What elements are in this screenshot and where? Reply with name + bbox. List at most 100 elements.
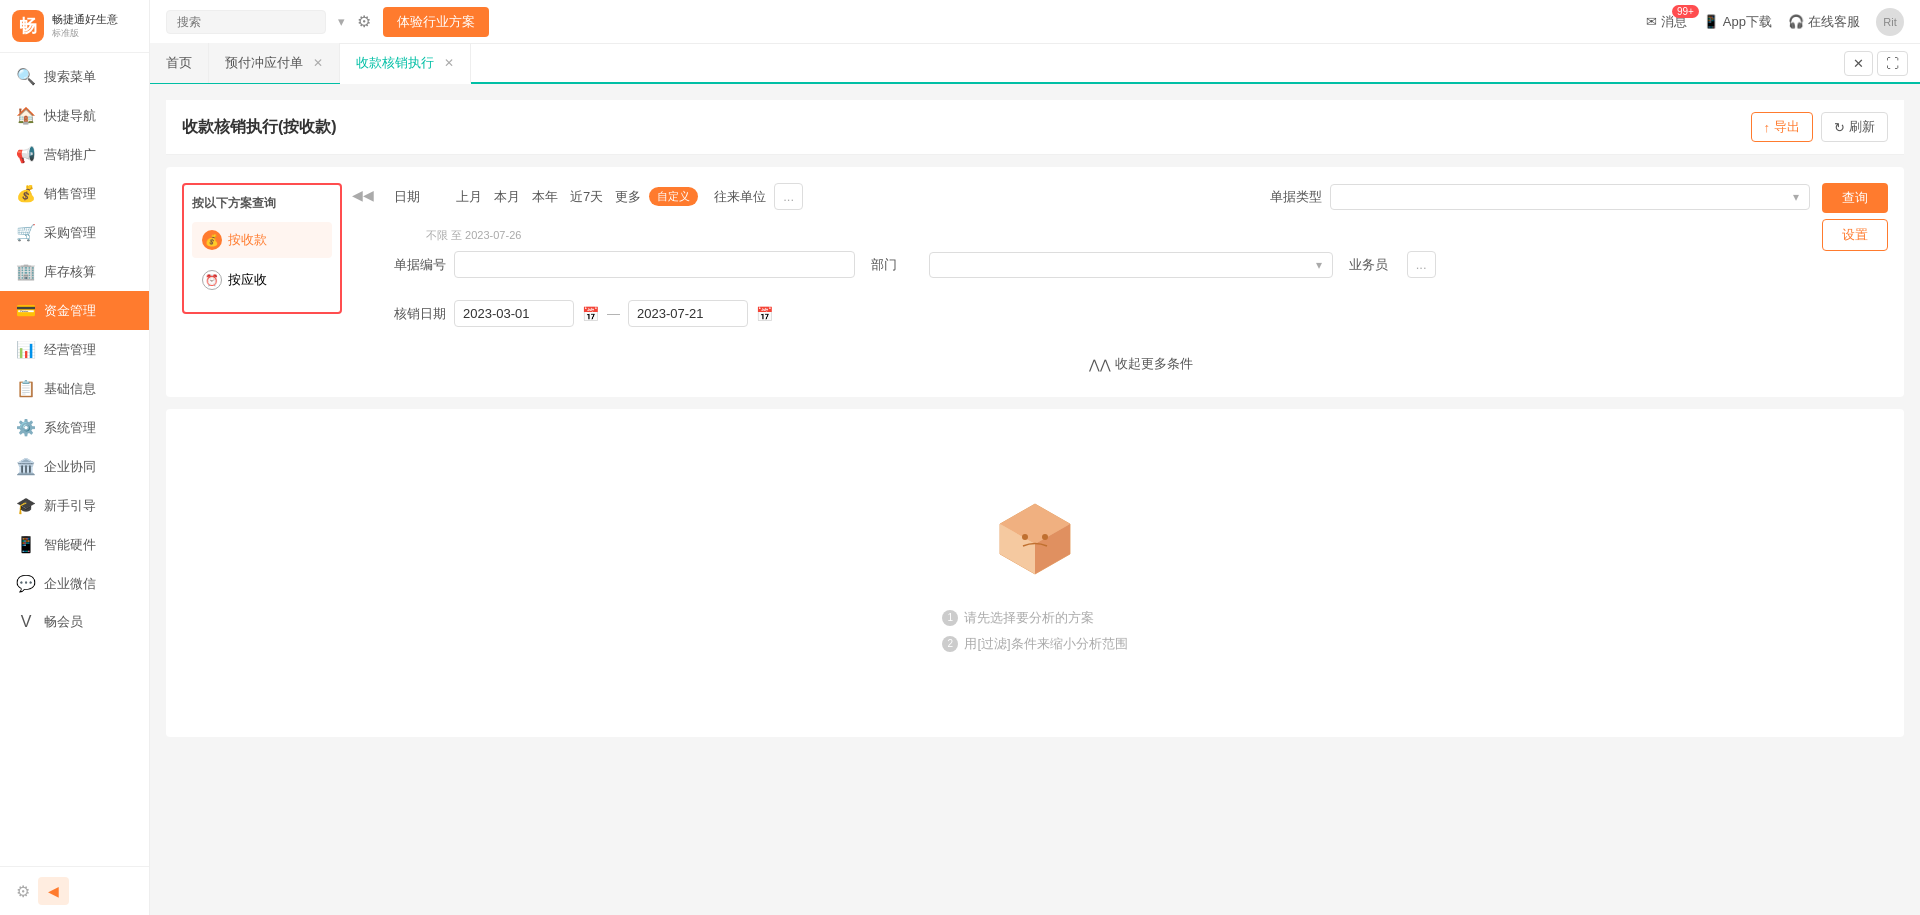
sidebar-bottom: ⚙ ◀ — [0, 866, 149, 915]
topbar-right: ✉ 消息 99+ 📱 App下载 🎧 在线客服 Rit — [1646, 8, 1904, 36]
date-last-7days[interactable]: 近7天 — [566, 186, 607, 208]
dept-label: 部门 — [871, 256, 921, 274]
doc-num-input[interactable] — [454, 251, 855, 278]
dept-select[interactable]: ▾ — [929, 252, 1332, 278]
verify-date-group: 核销日期 📅 — 📅 — [394, 300, 773, 327]
svg-point-5 — [1042, 534, 1048, 540]
date-custom[interactable]: 自定义 — [649, 187, 698, 206]
close-tab-button[interactable]: ✕ — [1844, 51, 1873, 76]
sidebar-item-label: 企业协同 — [44, 458, 96, 476]
topbar-gear-icon[interactable]: ⚙ — [357, 12, 371, 31]
staff-selector[interactable]: ... — [1407, 251, 1436, 278]
refresh-button[interactable]: ↻ 刷新 — [1821, 112, 1888, 142]
export-button[interactable]: ↑ 导出 — [1751, 112, 1814, 142]
doc-num-group: 单据编号 — [394, 251, 855, 278]
page-title: 收款核销执行(按收款) — [182, 117, 337, 138]
quick-nav-icon: 🏠 — [16, 106, 36, 125]
date-this-year[interactable]: 本年 — [528, 186, 562, 208]
app-logo-icon: 畅 — [12, 10, 44, 42]
industry-solution-button[interactable]: 体验行业方案 — [383, 7, 489, 37]
form-actions: 查询 设置 — [1822, 183, 1888, 251]
app-download-button[interactable]: 📱 App下载 — [1703, 13, 1772, 31]
sidebar-item-marketing[interactable]: 📢营销推广 — [0, 135, 149, 174]
tabbar-actions: ✕ ⛶ — [1844, 51, 1920, 76]
sidebar-item-label: 快捷导航 — [44, 107, 96, 125]
sidebar-item-label: 资金管理 — [44, 302, 96, 320]
topbar-left: ▾ ⚙ 体验行业方案 — [166, 7, 489, 37]
tab-label-prepay-offset: 预付冲应付单 — [225, 54, 303, 72]
sidebar-item-label: 系统管理 — [44, 419, 96, 437]
message-badge: 99+ — [1672, 5, 1699, 18]
collapse-more-button[interactable]: ⋀⋀ 收起更多条件 — [394, 355, 1888, 373]
date-this-month[interactable]: 本月 — [490, 186, 524, 208]
sidebar-item-label: 营销推广 — [44, 146, 96, 164]
sidebar-item-smart-hw[interactable]: 📱智能硬件 — [0, 525, 149, 564]
query-button[interactable]: 查询 — [1822, 183, 1888, 213]
date-group: 日期 上月 本月 本年 近7天 更多 自定义 — [394, 186, 698, 208]
tab-receipt-offset[interactable]: 收款核销执行✕ — [340, 44, 471, 84]
sidebar-item-inventory[interactable]: 🏢库存核算 — [0, 252, 149, 291]
counterpart-label: 往来单位 — [714, 188, 766, 206]
chevron-down-icon: ▾ — [1793, 190, 1799, 204]
online-service-button[interactable]: 🎧 在线客服 — [1788, 13, 1860, 31]
search-input[interactable] — [166, 10, 326, 34]
sidebar-item-wechat[interactable]: 💬企业微信 — [0, 564, 149, 603]
calendar-end-icon[interactable]: 📅 — [756, 306, 773, 322]
empty-tips: 1 请先选择要分析的方案 2 用[过滤]条件来缩小分析范围 — [942, 605, 1127, 657]
expand-tab-button[interactable]: ⛶ — [1877, 51, 1908, 76]
topbar-dropdown-arrow[interactable]: ▾ — [338, 14, 345, 29]
empty-illustration — [985, 489, 1085, 589]
counterpart-selector[interactable]: ... — [774, 183, 803, 210]
basic-info-icon: 📋 — [16, 379, 36, 398]
filter-by-receipt[interactable]: 💰 按收款 — [192, 222, 332, 258]
staff-label: 业务员 — [1349, 256, 1399, 274]
message-button[interactable]: ✉ 消息 99+ — [1646, 13, 1687, 31]
collapse-left-icon[interactable]: ◀◀ — [348, 183, 378, 207]
sidebar-item-label: 新手引导 — [44, 497, 96, 515]
setting-button[interactable]: 设置 — [1822, 219, 1888, 251]
tab-prepay-offset[interactable]: 预付冲应付单 ✕ — [209, 43, 340, 83]
sidebar-nav: 🔍搜索菜单 🏠 快捷导航 📢营销推广💰销售管理🛒采购管理🏢库存核算💳资金管理 📊 经营管理… — [0, 53, 149, 866]
sidebar-item-quick-nav[interactable]: 🏠 快捷导航 — [0, 96, 149, 135]
user-profile-button[interactable]: Rit — [1876, 8, 1904, 36]
sidebar-logo: 畅 畅捷通好生意 标准版 — [0, 0, 149, 53]
page-header: 收款核销执行(按收款) ↑ 导出 ↻ 刷新 — [166, 100, 1904, 155]
wechat-icon: 💬 — [16, 574, 36, 593]
close-tab-prepay-offset-icon[interactable]: ✕ — [313, 56, 323, 70]
counterpart-group: 往来单位 ... — [714, 183, 1254, 210]
business-icon: 📊 — [16, 340, 36, 359]
svg-point-4 — [1022, 534, 1028, 540]
date-more[interactable]: 更多 — [611, 186, 645, 208]
tab-home[interactable]: 首页 — [150, 43, 209, 83]
sidebar-item-finance[interactable]: 💳资金管理 — [0, 291, 149, 330]
verify-date-label: 核销日期 — [394, 305, 446, 323]
sidebar-item-system[interactable]: ⚙️系统管理 — [0, 408, 149, 447]
verify-date-end-input[interactable] — [628, 300, 748, 327]
sidebar-item-purchase[interactable]: 🛒采购管理 — [0, 213, 149, 252]
collapse-sidebar-button[interactable]: ◀ — [38, 877, 69, 905]
sidebar-item-member[interactable]: V畅会员 — [0, 603, 149, 641]
date-last-month[interactable]: 上月 — [452, 186, 486, 208]
filter-receipt-label: 按收款 — [228, 231, 267, 249]
sidebar-item-search-menu[interactable]: 🔍搜索菜单 — [0, 57, 149, 96]
smart-hw-icon: 📱 — [16, 535, 36, 554]
refresh-icon: ↻ — [1834, 120, 1845, 135]
inventory-icon: 🏢 — [16, 262, 36, 281]
sidebar-item-sales[interactable]: 💰销售管理 — [0, 174, 149, 213]
verify-date-start-input[interactable] — [454, 300, 574, 327]
receivable-icon: ⏰ — [202, 270, 222, 290]
main-area: ▾ ⚙ 体验行业方案 ✉ 消息 99+ 📱 App下载 🎧 在线客服 Rit — [150, 0, 1920, 915]
sidebar: 畅 畅捷通好生意 标准版 🔍搜索菜单 🏠 快捷导航 📢营销推广💰销售管理🛒采购管理🏢库… — [0, 0, 150, 915]
sidebar-item-business[interactable]: 📊 经营管理 — [0, 330, 149, 369]
sidebar-item-basic-info[interactable]: 📋基础信息 — [0, 369, 149, 408]
doc-type-select[interactable]: ▾ — [1330, 184, 1810, 210]
settings-icon[interactable]: ⚙ — [16, 882, 30, 901]
close-tab-receipt-offset-icon[interactable]: ✕ — [444, 56, 454, 70]
sidebar-item-label: 经营管理 — [44, 341, 96, 359]
sidebar-item-guide[interactable]: 🎓新手引导 — [0, 486, 149, 525]
sidebar-item-label: 销售管理 — [44, 185, 96, 203]
sidebar-item-enterprise[interactable]: 🏛️企业协同 — [0, 447, 149, 486]
receipt-icon: 💰 — [202, 230, 222, 250]
calendar-start-icon[interactable]: 📅 — [582, 306, 599, 322]
filter-by-receivable[interactable]: ⏰ 按应收 — [192, 262, 332, 298]
